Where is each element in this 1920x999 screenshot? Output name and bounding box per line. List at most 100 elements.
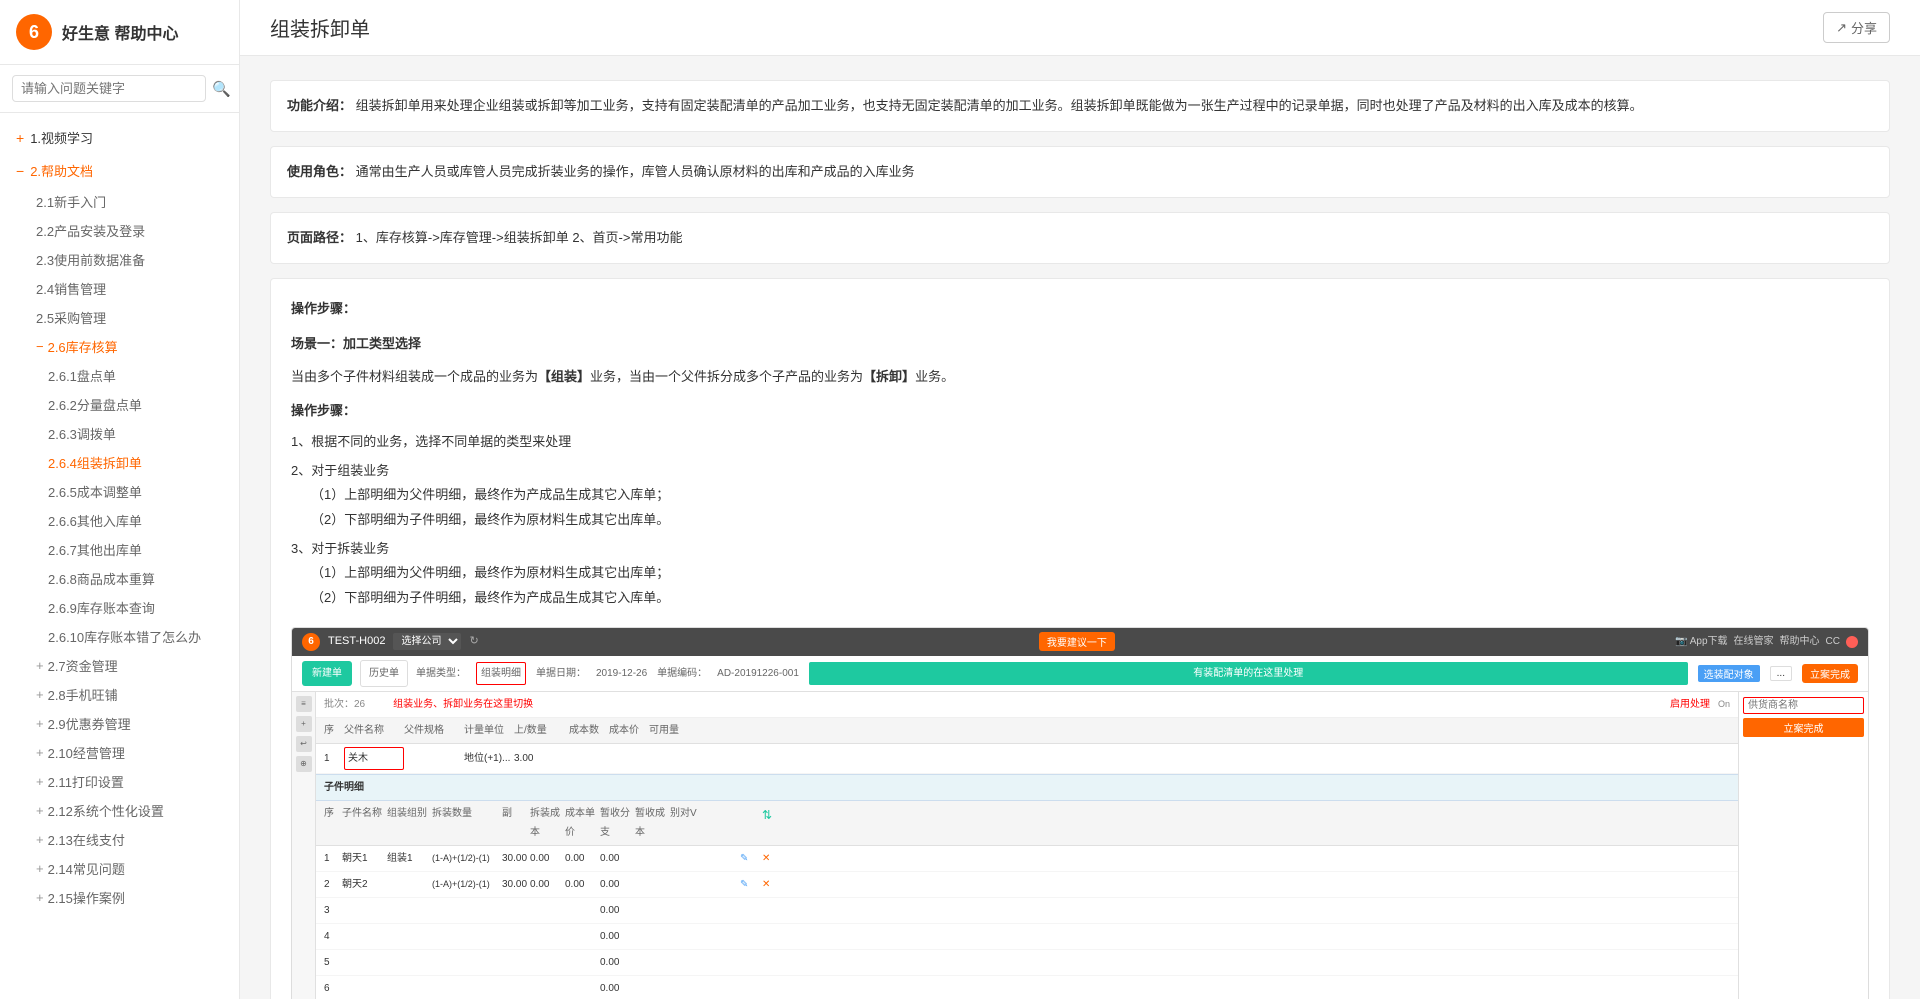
th-qty: 上/数量 (514, 721, 569, 740)
step-3-1: （1）上部明细为父件明细，最终作为原材料生成其它出库单； (291, 561, 1869, 586)
th2-rcc: 暂收成本 (635, 804, 670, 842)
sidebar-item-s1[interactable]: + 1.视频学习 (0, 121, 239, 154)
mock-table1-row-1: 1 关木 地位(+1)... 3.00 (316, 744, 1738, 774)
sidebar-item-s2-2[interactable]: 2.2产品安装及登录 (0, 216, 239, 245)
sidebar-item-s2-15[interactable]: +2.15操作案例 (0, 883, 239, 912)
mock-strip-icon-2[interactable]: + (296, 716, 312, 732)
role-box: 使用角色： 通常由生产人员或库管人员完成折装业务的操作，库管人员确认原材料的出库… (270, 146, 1890, 198)
step-3: 3、对于拆装业务 (291, 537, 1869, 562)
mock-supplier-input[interactable] (1743, 697, 1864, 714)
feature-label: 功能介绍： (287, 98, 352, 113)
mock-save-btn[interactable]: 立案完成 (1802, 664, 1858, 683)
mock-more-btn[interactable]: ... (1770, 666, 1792, 681)
th-parent-name: 父件名称 (344, 721, 404, 740)
mock-strip-icon-1[interactable]: ≡ (296, 696, 312, 712)
mock-table2-row-5: 50.00 (316, 950, 1738, 976)
mock-green-annotation: 有装配清单的在这里处理 (809, 662, 1688, 685)
step-1: 1、根据不同的业务，选择不同单据的类型来处理 (291, 430, 1869, 455)
sidebar-item-s2-6-1[interactable]: 2.6.1盘点单 (0, 361, 239, 390)
mock-tab-new[interactable]: 新建单 (302, 661, 352, 686)
path-text: 1、库存核算->库存管理->组装拆卸单 2、首页->常用功能 (356, 230, 683, 245)
search-input[interactable] (12, 75, 206, 102)
mock-body: ≡ + ↩ ⊕ 批次：26 组装业务、拆卸业务在这里切换 (292, 692, 1868, 999)
mock-tab-history[interactable]: 历史单 (360, 660, 408, 687)
th-parent-spec: 父件规格 (404, 721, 464, 740)
sidebar-item-s2-6-8[interactable]: 2.6.8商品成本重算 (0, 564, 239, 593)
search-icon[interactable]: 🔍 (212, 80, 231, 98)
sidebar-item-s2-6-10[interactable]: 2.6.10库存账本错了怎么办 (0, 622, 239, 651)
content-area: 功能介绍： 组装拆卸单用来处理企业组装或拆卸等加工业务，支持有固定装配清单的产品… (240, 56, 1920, 999)
sidebar-item-s2-12[interactable]: +2.12系统个性化设置 (0, 796, 239, 825)
sidebar-item-s2-6-9[interactable]: 2.6.9库存账本查询 (0, 593, 239, 622)
mock-strip-icon-3[interactable]: ↩ (296, 736, 312, 752)
sidebar-item-s2-1[interactable]: 2.1新手入门 (0, 187, 239, 216)
app-logo: 6 (16, 14, 52, 50)
sidebar-item-s2-6-2[interactable]: 2.6.2分量盘点单 (0, 390, 239, 419)
mock-table1-header: 序 父件名称 父件规格 计量单位 上/数量 成本数 成本价 可用量 (316, 718, 1738, 744)
share-button[interactable]: ↗ 分享 (1823, 12, 1890, 43)
help-center-link[interactable]: 帮助中心 (1780, 632, 1820, 651)
refresh-icon[interactable]: ↻ (469, 631, 478, 652)
feature-text: 组装拆卸单用来处理企业组装或拆卸等加工业务，支持有固定装配清单的产品加工业务，也… (356, 98, 1643, 113)
td2-edit-1[interactable]: ✎ (740, 849, 762, 868)
mock-table2-header: 序 子件名称 组装组别 拆装数量 副 拆装成本 成本单价 暂收分支 暂收成本 别… (316, 801, 1738, 846)
td2-del-2[interactable]: ✕ (762, 875, 784, 894)
th2-rc: 暂收分支 (600, 804, 635, 842)
mock-select-btn[interactable]: 选装配对象 (1698, 665, 1760, 682)
mock-app: 6 TEST-H002 选择公司 ↻ 我要建议一下 📷 App下载 在线管家 帮… (292, 628, 1868, 999)
th2-child-name: 子件名称 (342, 804, 387, 842)
mock-company-select[interactable]: 选择公司 (393, 633, 461, 650)
cc-link[interactable]: CC (1826, 632, 1840, 651)
sidebar-item-s2-6-6[interactable]: 2.6.6其他入库单 (0, 506, 239, 535)
mock-table2-row-6: 60.00 (316, 976, 1738, 999)
sidebar-item-s2-14[interactable]: +2.14常见问题 (0, 854, 239, 883)
sidebar-item-s2-6-3[interactable]: 2.6.3调拨单 (0, 419, 239, 448)
td2-del-1[interactable]: ✕ (762, 849, 784, 868)
sidebar-item-s2-3[interactable]: 2.3使用前数据准备 (0, 245, 239, 274)
mock-table2-row-4: 40.00 (316, 924, 1738, 950)
mock-suggest-btn[interactable]: 我要建议一下 (1039, 632, 1115, 651)
scene-title: 场景一：加工类型选择 (291, 332, 1869, 357)
td2-name-2: 朝天2 (342, 875, 387, 894)
step-3-2: （2）下部明细为子件明细，最终作为产成品生成其它入库单。 (291, 586, 1869, 611)
sidebar-item-s2-6-4[interactable]: 2.6.4组装拆卸单 (0, 448, 239, 477)
mock-date-label: 单据日期： (536, 664, 586, 683)
th-cost-qty: 成本数 (569, 721, 609, 740)
sidebar-item-s2-9[interactable]: +2.9优惠券管理 (0, 709, 239, 738)
role-text: 通常由生产人员或库管人员完成折装业务的操作，库管人员确认原材料的出库和产成品的入… (356, 164, 915, 179)
sidebar-item-s2-5[interactable]: 2.5采购管理 (0, 303, 239, 332)
steps-content: 操作步骤： 场景一：加工类型选择 当由多个子件材料组装成一个成品的业务为【组装】… (270, 278, 1890, 999)
steps-subtitle: 操作步骤： (291, 399, 1869, 424)
mock-titlebar-right: 📷 App下载 在线管家 帮助中心 CC (1675, 632, 1858, 651)
th2-cost: 拆装成本 (530, 804, 565, 842)
search-bar: 🔍 (0, 65, 239, 113)
share-icon: ↗ (1836, 20, 1847, 36)
td-seq1: 1 (324, 749, 344, 768)
sidebar-item-s2-10[interactable]: +2.10经营管理 (0, 738, 239, 767)
td2-edit-2[interactable]: ✎ (740, 875, 762, 894)
online-manager-link[interactable]: 在线管家 (1734, 632, 1774, 651)
sidebar-item-s2-13[interactable]: +2.13在线支付 (0, 825, 239, 854)
mock-type-value[interactable]: 组装明细 (476, 662, 526, 685)
mock-strip-icon-4[interactable]: ⊕ (296, 756, 312, 772)
window-close-btn[interactable] (1846, 636, 1858, 648)
app-download-link[interactable]: 📷 App下载 (1675, 632, 1727, 651)
sidebar-item-s2-4[interactable]: 2.4销售管理 (0, 274, 239, 303)
mock-code-label: 单据编码： (657, 664, 707, 683)
sidebar-item-s2-8[interactable]: +2.8手机旺铺 (0, 680, 239, 709)
mock-type-label: 单据类型： (416, 664, 466, 683)
mock-confirm-btn[interactable]: 立案完成 (1743, 718, 1864, 737)
mock-batch-label: 批次：26 (324, 695, 365, 714)
step-2-1: （1）上部明细为父件明细，最终作为产成品生成其它入库单； (291, 483, 1869, 508)
mock-right-panel: 立案完成 (1738, 692, 1868, 999)
sidebar-item-s2-6-7[interactable]: 2.6.7其他出库单 (0, 535, 239, 564)
sidebar-item-s2-7[interactable]: +2.7资金管理 (0, 651, 239, 680)
sidebar-item-s2-6-5[interactable]: 2.6.5成本调整单 (0, 477, 239, 506)
mock-titlebar: 6 TEST-H002 选择公司 ↻ 我要建议一下 📷 App下载 在线管家 帮… (292, 628, 1868, 656)
sidebar-item-s2-11[interactable]: +2.11打印设置 (0, 767, 239, 796)
sidebar-item-s2-6[interactable]: −2.6库存核算 (0, 332, 239, 361)
sidebar-item-s2[interactable]: − 2.帮助文档 (0, 154, 239, 187)
sidebar: 6 好生意 帮助中心 🔍 + 1.视频学习 − 2.帮助文档 2.1新手入门 2… (0, 0, 240, 999)
share-label: 分享 (1851, 18, 1877, 37)
th-unit: 计量单位 (464, 721, 514, 740)
